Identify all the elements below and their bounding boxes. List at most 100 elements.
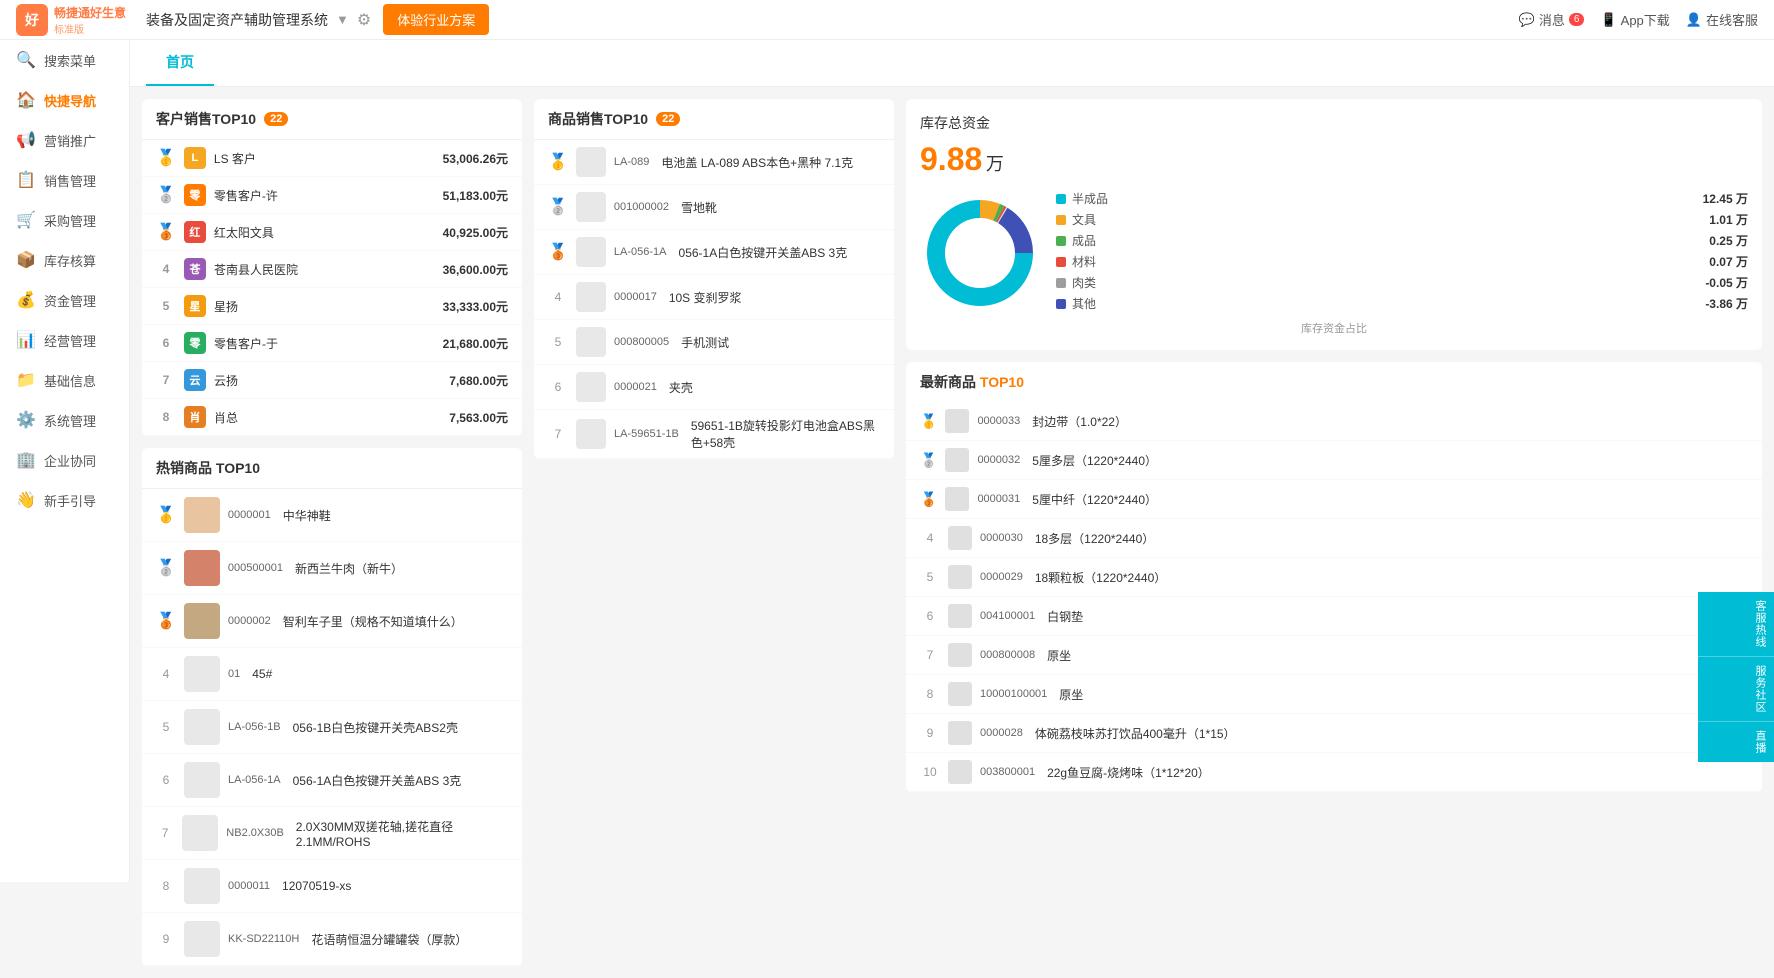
- new-product-image: [948, 721, 972, 745]
- sidebar: 🔍搜索菜单🏠快捷导航📢营销推广📋销售管理🛒采购管理📦库存核算💰资金管理 📊 经营管理…: [0, 40, 130, 882]
- message-button[interactable]: 💬 消息 6: [1519, 10, 1585, 29]
- rank-badge: L: [184, 147, 206, 169]
- hot-product-name: 新西兰牛肉（新牛）: [295, 560, 403, 577]
- rank-badge: 零: [184, 332, 206, 354]
- hot-product-code: 01: [228, 668, 240, 680]
- rank-value: 7,563.00元: [449, 409, 508, 426]
- product-code: 0000021: [614, 381, 657, 393]
- sidebar-label-7: 经营管理: [44, 331, 96, 350]
- gear-icon[interactable]: ⚙: [357, 10, 371, 30]
- logo-icon: 好: [16, 4, 48, 36]
- logo-title: 畅捷通好生意: [54, 4, 126, 21]
- sidebar-item-10[interactable]: 🏢企业协同: [0, 440, 129, 480]
- product-code: 0000017: [614, 291, 657, 303]
- new-product-code: 000800008: [980, 649, 1035, 661]
- inventory-value-area: 9.88 万: [920, 141, 1748, 178]
- experience-button[interactable]: 体验行业方案: [383, 4, 489, 35]
- sidebar-item-4[interactable]: 🛒采购管理: [0, 200, 129, 240]
- donut-chart: [920, 193, 1040, 313]
- rank-badge: 苍: [184, 258, 206, 280]
- rank-number: 5: [548, 335, 568, 349]
- float-btn-2[interactable]: 直播: [1698, 722, 1774, 762]
- product-image: [576, 237, 606, 267]
- hot-product-image: [184, 497, 220, 533]
- mobile-icon: 📱: [1600, 12, 1616, 28]
- sidebar-item-6[interactable]: 💰资金管理: [0, 280, 129, 320]
- legend-item: 成品 0.25 万: [1056, 232, 1748, 249]
- legend-dot: [1056, 299, 1066, 309]
- app-download-button[interactable]: 📱 App下载: [1600, 10, 1669, 29]
- medal-icon: 🥇: [156, 505, 176, 525]
- new-product-code: 0000028: [980, 727, 1023, 739]
- float-btn-0[interactable]: 客服热线: [1698, 592, 1774, 657]
- sidebar-item-9[interactable]: ⚙️系统管理: [0, 400, 129, 440]
- hot-product-item: 5 LA-056-1B 056-1B白色按键开关壳ABS2壳: [142, 701, 522, 754]
- rank-number: 8: [156, 410, 176, 424]
- product-rank-item: 4 0000017 10S 变刹罗浆: [534, 275, 894, 320]
- sidebar-item-2[interactable]: 📢营销推广: [0, 120, 129, 160]
- inventory-unit: 万: [986, 154, 1004, 174]
- sidebar-icon-8: 📁: [16, 370, 36, 390]
- hot-products-list: 🥇 0000001 中华神鞋 🥈 000500001 新西兰牛肉（新牛） 🥉 0…: [142, 489, 522, 966]
- legend-dot: [1056, 236, 1066, 246]
- rank-number: 6: [156, 773, 176, 787]
- new-product-image: [948, 565, 972, 589]
- legend-label: 文具: [1056, 211, 1709, 228]
- online-service-button[interactable]: 👤 在线客服: [1686, 10, 1758, 29]
- legend-label: 材料: [1056, 253, 1709, 270]
- new-product-image: [948, 682, 972, 706]
- rank-number: 5: [156, 720, 176, 734]
- product-ranking-title-text: 商品销售TOP10: [548, 109, 648, 129]
- hot-product-image: [184, 762, 220, 798]
- sidebar-icon-7: 📊: [16, 330, 36, 350]
- rank-number: 6: [156, 336, 176, 350]
- rank-name: 红太阳文具: [214, 224, 435, 241]
- product-rank-item: 🥇 LA-089 电池盖 LA-089 ABS本色+黑种 7.1克: [534, 140, 894, 185]
- new-product-image: [948, 643, 972, 667]
- rank-value: 40,925.00元: [443, 224, 508, 241]
- medal-icon: 🥈: [156, 185, 176, 205]
- new-product-name: 18多层（1220*2440）: [1035, 530, 1154, 547]
- new-product-code: 0000029: [980, 571, 1023, 583]
- medal-icon: 🥇: [920, 413, 937, 430]
- tab-home[interactable]: 首页: [146, 40, 214, 86]
- hot-product-code: LA-056-1B: [228, 721, 281, 733]
- legend-dot: [1056, 257, 1066, 267]
- new-product-code: 004100001: [980, 610, 1035, 622]
- sidebar-icon-5: 📦: [16, 250, 36, 270]
- legend-label: 半成品: [1056, 190, 1703, 207]
- dropdown-arrow-icon[interactable]: ▼: [336, 12, 349, 27]
- legend-value: -0.05 万: [1705, 274, 1748, 291]
- medal-icon: 🥉: [548, 242, 568, 262]
- inventory-value: 9.88: [920, 141, 982, 177]
- rank-name: 云扬: [214, 372, 441, 389]
- hot-product-code: 0000001: [228, 509, 271, 521]
- product-name: 电池盖 LA-089 ABS本色+黑种 7.1克: [661, 154, 880, 171]
- new-product-name: 5厘中纤（1220*2440）: [1032, 491, 1157, 508]
- rank-name: 零售客户-许: [214, 187, 435, 204]
- sidebar-item-11[interactable]: 👋新手引导: [0, 480, 129, 520]
- legend-item: 其他 -3.86 万: [1056, 295, 1748, 312]
- new-product-code: 10000100001: [980, 688, 1047, 700]
- rank-badge: 云: [184, 369, 206, 391]
- legend-text: 成品: [1072, 232, 1096, 249]
- sidebar-icon-3: 📋: [16, 170, 36, 190]
- legend-dot: [1056, 215, 1066, 225]
- sidebar-item-5[interactable]: 📦库存核算: [0, 240, 129, 280]
- sidebar-item-0[interactable]: 🔍搜索菜单: [0, 40, 129, 80]
- new-product-code: 0000033: [977, 415, 1020, 427]
- sidebar-item-7[interactable]: 📊 经营管理: [0, 320, 129, 360]
- rank-value: 21,680.00元: [443, 335, 508, 352]
- rank-number: 7: [548, 427, 568, 441]
- sidebar-label-9: 系统管理: [44, 411, 96, 430]
- new-product-name: 原坐: [1047, 647, 1071, 664]
- new-product-item: 7 000800008 原坐: [906, 636, 1762, 675]
- product-image: [576, 282, 606, 312]
- rank-value: 36,600.00元: [443, 261, 508, 278]
- float-btn-1[interactable]: 服务社区: [1698, 657, 1774, 722]
- sidebar-item-1[interactable]: 🏠快捷导航: [0, 80, 129, 120]
- page-header: 首页: [130, 40, 1774, 87]
- sidebar-item-3[interactable]: 📋销售管理: [0, 160, 129, 200]
- sidebar-item-8[interactable]: 📁基础信息: [0, 360, 129, 400]
- product-image: [576, 147, 606, 177]
